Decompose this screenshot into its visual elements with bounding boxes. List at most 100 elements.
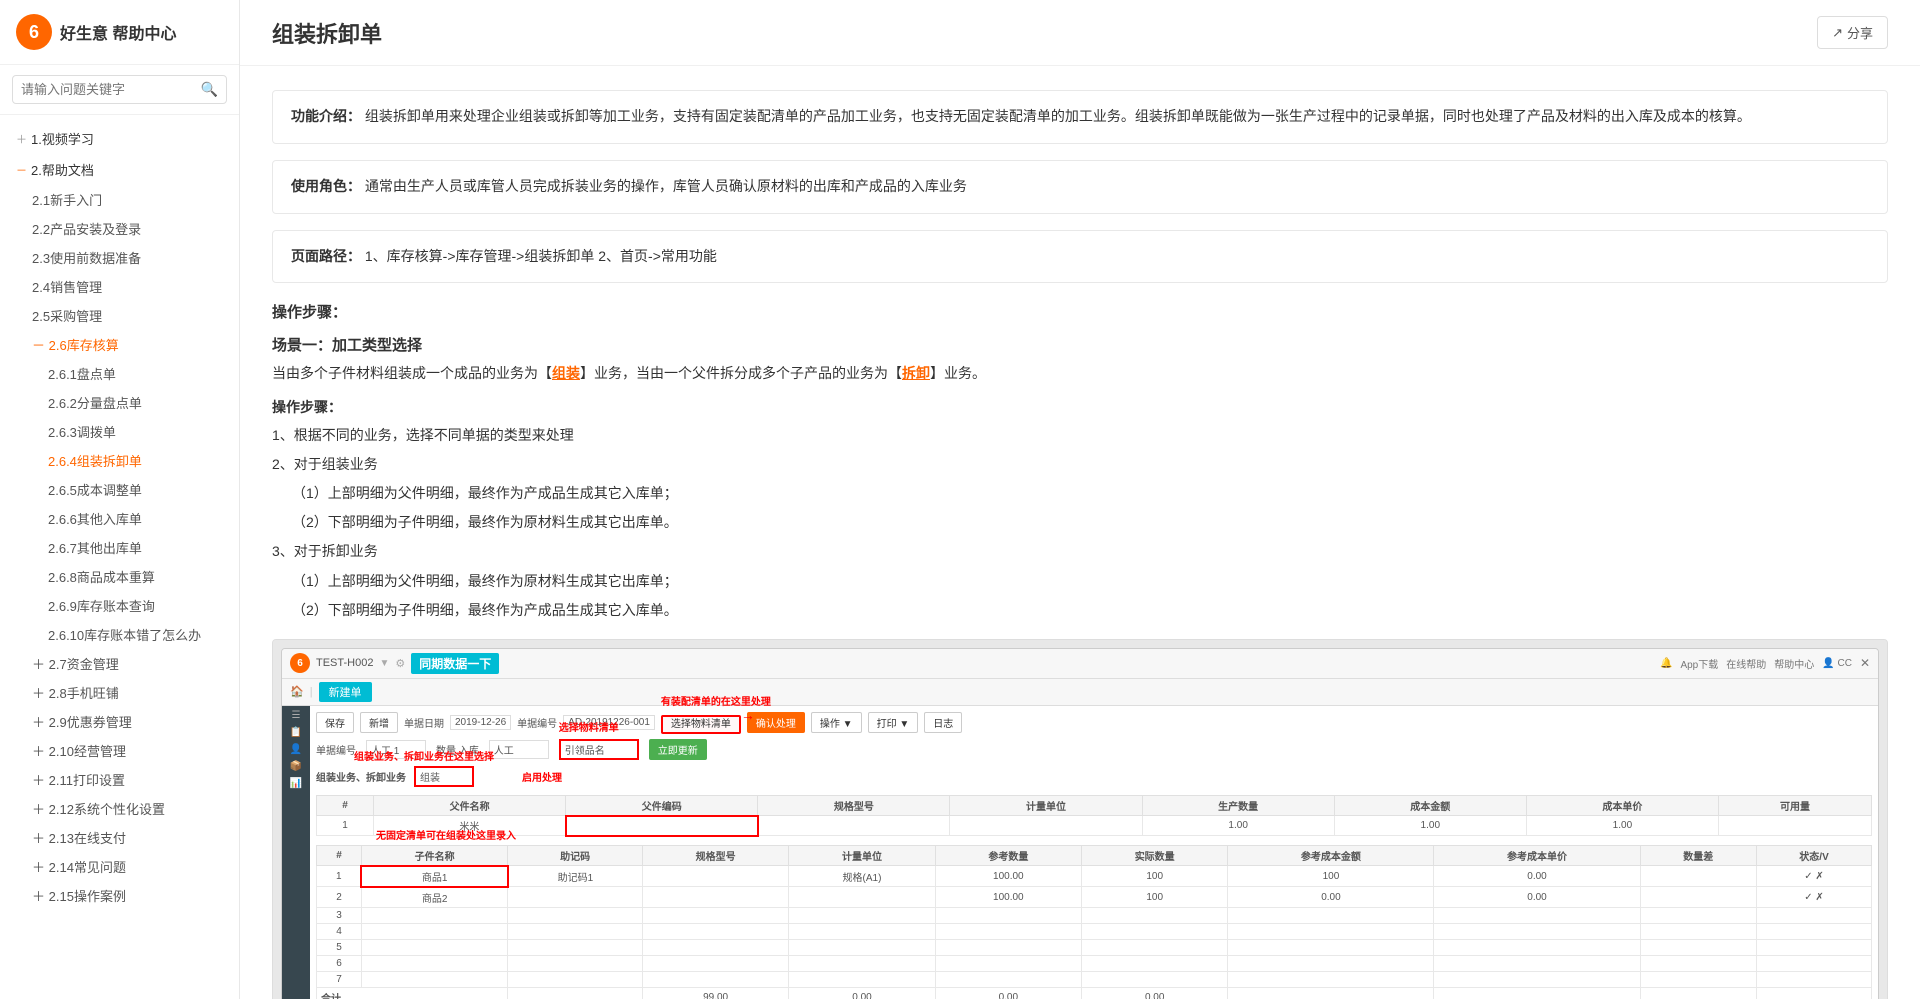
fake-cell-1-8: 1.00 (1526, 816, 1718, 836)
fake-btn-apply[interactable]: 立即更新 (649, 739, 707, 760)
step3: 3、对于拆卸业务 (272, 539, 1888, 564)
sidebar-item-inv-261[interactable]: 2.6.1盘点单 (0, 359, 239, 388)
page-header: 组装拆卸单 ↗ 分享 (240, 0, 1920, 66)
sidebar-item-payment[interactable]: ＋ 2.13在线支付 (0, 823, 239, 852)
fake-ltd-2-1: 2 (317, 887, 362, 908)
fake-lower-row-5: 5 (317, 939, 1872, 955)
sidebar: 6 好生意 帮助中心 🔍 ＋ 1.视频学习 － 2.帮助文档 2.1新手入门 2… (0, 0, 240, 999)
fake-count-val: 人工 (489, 740, 549, 759)
scene1-title: 场景一：加工类型选择 (272, 334, 1888, 355)
fake-cell-1-9 (1718, 816, 1871, 836)
fake-th-available: 可用量 (1718, 795, 1871, 816)
sidebar-item-coupon[interactable]: ＋ 2.9优惠券管理 (0, 707, 239, 736)
fake-footer-v1 (508, 987, 643, 999)
fake-ltd-1-11: ✓ ✗ (1757, 866, 1872, 887)
plus-icon-case: ＋ (32, 889, 45, 904)
intro-block: 功能介绍： 组装拆卸单用来处理企业组装或拆卸等加工业务，支持有固定装配清单的产品… (272, 90, 1888, 144)
fake-app-window: 6 TEST-H002 ▼ ⚙ 同期数据一下 🔔 App下载 在线帮助 帮助中心… (281, 648, 1879, 999)
fake-footer-v5: 0.00 (1082, 987, 1228, 999)
fake-type-field: 组装 (414, 766, 474, 787)
sidebar-item-inv-264[interactable]: 2.6.4组装拆卸单 (0, 446, 239, 475)
fake-nav-separator: | (310, 686, 313, 698)
fake-settings-icon: ⚙ (395, 657, 405, 670)
fake-nav-top: 🏠 | 新建单 (282, 679, 1878, 706)
sidebar-item-inv-263[interactable]: 2.6.3调拨单 (0, 417, 239, 446)
step2: 2、对于组装业务 (272, 452, 1888, 477)
plus-icon-fin: ＋ (32, 657, 45, 672)
sidebar-item-inv-266[interactable]: 2.6.6其他入库单 (0, 504, 239, 533)
fake-order-label: 单据编号 (517, 715, 557, 730)
sidebar-item-docs[interactable]: － 2.帮助文档 (0, 154, 239, 185)
fake-ltd-1-9: 0.00 (1434, 866, 1640, 887)
fake-lower-row-2: 2 商品2 100.00 100 0.00 (317, 887, 1872, 908)
path-text: 1、库存核算->库存管理->组装拆卸单 2、首页->常用功能 (365, 248, 717, 264)
fake-th-cost: 成本金额 (1334, 795, 1526, 816)
step1: 1、根据不同的业务，选择不同单据的类型来处理 (272, 423, 1888, 448)
sidebar-item-finance[interactable]: ＋ 2.7资金管理 (0, 649, 239, 678)
page-title: 组装拆卸单 (272, 17, 382, 49)
search-box[interactable]: 🔍 (12, 75, 227, 104)
fake-date-label: 单据日期 (404, 715, 444, 730)
sidebar-item-cases[interactable]: ＋ 2.15操作案例 (0, 881, 239, 910)
sidebar-item-inventory[interactable]: － 2.6库存核算 (0, 330, 239, 359)
fake-btn-more[interactable]: 操作 ▼ (811, 712, 862, 733)
fake-toolbar: 保存 新增 单据日期 2019-12-26 单据编号 AD-20191226-0… (316, 712, 1872, 733)
sidebar-item-video[interactable]: ＋ 1.视频学习 (0, 123, 239, 154)
fake-ltd-2-8: 0.00 (1228, 887, 1434, 908)
fake-footer-total: 合计 (317, 987, 508, 999)
fake-ltd-1-3: 助记码1 (508, 866, 643, 887)
fake-btn-save[interactable]: 保存 (316, 712, 354, 733)
sidebar-item-inv-269[interactable]: 2.6.9库存账本查询 (0, 591, 239, 620)
search-input[interactable] (21, 82, 201, 97)
fake-tab-new[interactable]: 新建单 (319, 682, 372, 702)
fake-lower-row-6: 6 (317, 955, 1872, 971)
fake-ltd-2-6: 100.00 (935, 887, 1081, 908)
fake-btn-new[interactable]: 新增 (360, 712, 398, 733)
fake-btn-log[interactable]: 日志 (924, 712, 962, 733)
sidebar-item-mobile[interactable]: ＋ 2.8手机旺铺 (0, 678, 239, 707)
fake-btn-template[interactable]: 选择物料清单 (661, 715, 741, 734)
fake-cell-1-4 (758, 816, 950, 836)
fake-bom-field: 引领品名 (559, 739, 639, 760)
fake-th-parent-name: 父件名称 (374, 795, 566, 816)
sidebar-item-data-prep[interactable]: 2.3使用前数据准备 (0, 243, 239, 272)
fake-btn-print[interactable]: 打印 ▼ (868, 712, 919, 733)
fake-type-row: 组装业务、拆卸业务 组装 组装业务、拆卸业务在这里选择 启用处理 (316, 766, 1872, 787)
fake-type-label: 组装业务、拆卸业务 (316, 769, 406, 784)
fake-ltd-2-9: 0.00 (1434, 887, 1640, 908)
sidebar-item-purchase[interactable]: 2.5采购管理 (0, 301, 239, 330)
path-label: 页面路径： (291, 248, 361, 264)
plus-icon-sys: ＋ (32, 802, 45, 817)
sidebar-item-inv-262[interactable]: 2.6.2分量盘点单 (0, 388, 239, 417)
sidebar-item-print[interactable]: ＋ 2.11打印设置 (0, 765, 239, 794)
fake-num-label: 单据编号 (316, 742, 356, 757)
fake-date-field: 2019-12-26 (450, 715, 511, 730)
fake-lth-6: 参考数量 (935, 845, 1081, 866)
fake-sidebar-icon1: ☰ (292, 710, 301, 721)
fake-close-icon: ✕ (1860, 656, 1870, 670)
sidebar-item-sales[interactable]: 2.4销售管理 (0, 272, 239, 301)
sidebar-item-inv-267[interactable]: 2.6.7其他出库单 (0, 533, 239, 562)
nav-tree: ＋ 1.视频学习 － 2.帮助文档 2.1新手入门 2.2产品安装及登录 2.3… (0, 115, 239, 999)
fake-th-unit-cost: 成本单价 (1526, 795, 1718, 816)
main-content: 组装拆卸单 ↗ 分享 功能介绍： 组装拆卸单用来处理企业组装或拆卸等加工业务，支… (240, 0, 1920, 999)
fake-cell-1-1: 1 (317, 816, 374, 836)
sidebar-item-inv-268[interactable]: 2.6.8商品成本重算 (0, 562, 239, 591)
sidebar-item-newcomer[interactable]: 2.1新手入门 (0, 185, 239, 214)
sidebar-item-install[interactable]: 2.2产品安装及登录 (0, 214, 239, 243)
fake-ltd-2-10 (1640, 887, 1756, 908)
fake-lower-row-7: 7 (317, 971, 1872, 987)
share-button[interactable]: ↗ 分享 (1817, 16, 1888, 49)
plus-icon-pr: ＋ (32, 773, 45, 788)
role-block: 使用角色： 通常由生产人员或库管人员完成拆装业务的操作，库管人员确认原材料的出库… (272, 160, 1888, 214)
plus-icon-pay: ＋ (32, 831, 45, 846)
sidebar-item-operation[interactable]: ＋ 2.10经营管理 (0, 736, 239, 765)
fake-lower-row-1: 1 商品1 助记码1 规格(A1) 100.00 100 100 (317, 866, 1872, 887)
sidebar-item-system[interactable]: ＋ 2.12系统个性化设置 (0, 794, 239, 823)
content-area: 功能介绍： 组装拆卸单用来处理企业组装或拆卸等加工业务，支持有固定装配清单的产品… (240, 66, 1920, 999)
sidebar-item-faq[interactable]: ＋ 2.14常见问题 (0, 852, 239, 881)
sidebar-item-inv-265[interactable]: 2.6.5成本调整单 (0, 475, 239, 504)
search-icon[interactable]: 🔍 (201, 81, 218, 98)
sidebar-item-inv-2610[interactable]: 2.6.10库存账本错了怎么办 (0, 620, 239, 649)
fake-btn-confirm[interactable]: 确认处理 (747, 712, 805, 733)
